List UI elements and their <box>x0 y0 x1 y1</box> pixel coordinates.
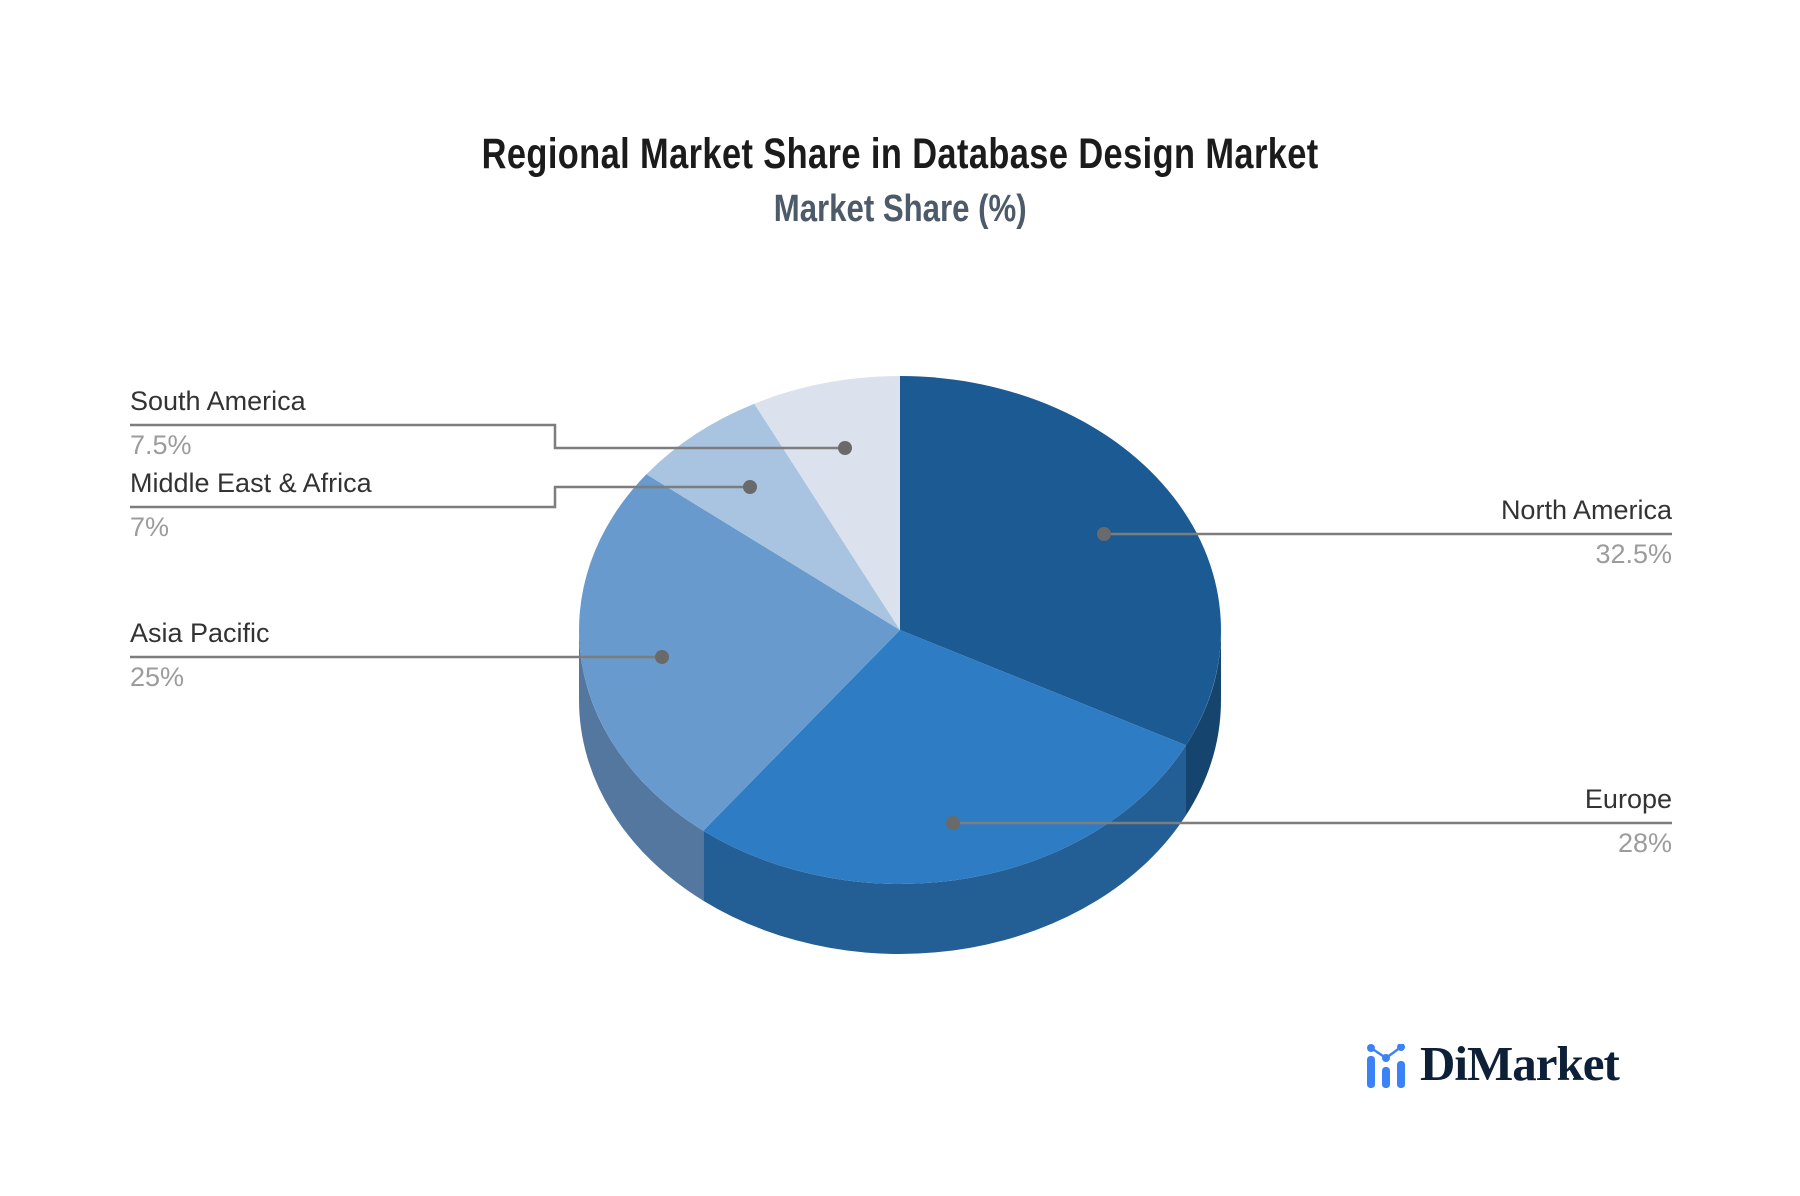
callout-europe: Europe 28% <box>1584 784 1672 857</box>
leader-dot-north-america <box>1097 527 1111 541</box>
slice-label-name: Middle East & Africa <box>130 468 372 498</box>
logo: DiMarket <box>1367 1036 1620 1091</box>
leader-dot-middle-east-africa <box>743 480 757 494</box>
slice-label-name: North America <box>1500 495 1672 525</box>
slice-label-name: South America <box>130 386 306 416</box>
bar-chart-trend-icon <box>1367 1044 1405 1088</box>
slice-label-value: 7.5% <box>130 430 192 460</box>
pie-top-slices <box>579 376 1221 884</box>
slice-label-name: Europe <box>1584 784 1672 814</box>
leader-dot-south-america <box>838 441 852 455</box>
page: { "header": { "title": "Regional Market … <box>0 0 1800 1196</box>
callout-middle-east-africa: Middle East & Africa 7% <box>130 468 372 541</box>
slice-label-name: Asia Pacific <box>130 618 270 648</box>
callout-north-america: North America 32.5% <box>1500 495 1672 568</box>
leader-dot-europe <box>946 816 960 830</box>
leader-dot-asia-pacific <box>655 650 669 664</box>
slice-label-value: 25% <box>130 662 185 692</box>
slice-label-value: 28% <box>1617 828 1672 858</box>
logo-text: DiMarket <box>1420 1036 1620 1091</box>
callout-south-america: South America 7.5% <box>130 386 306 459</box>
slice-label-value: 7% <box>130 512 170 542</box>
pie-chart-svg <box>130 376 1672 954</box>
callout-asia-pacific: Asia Pacific 25% <box>130 618 270 691</box>
slice-label-value: 32.5% <box>1595 539 1672 569</box>
